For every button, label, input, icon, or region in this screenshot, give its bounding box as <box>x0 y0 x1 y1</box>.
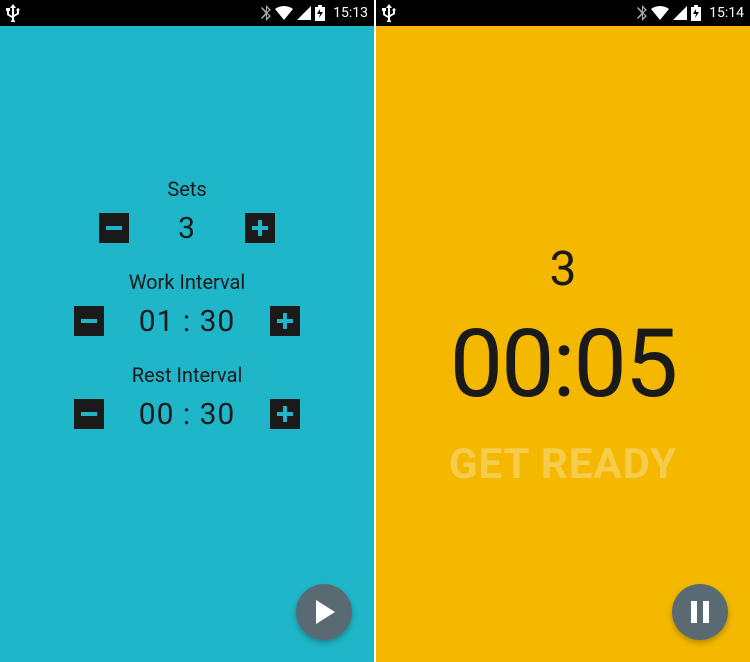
work-increment-button[interactable] <box>270 306 300 336</box>
battery-icon <box>691 5 701 21</box>
pause-button[interactable] <box>672 584 728 640</box>
rest-interval-group: Rest Interval 00 : 30 <box>74 363 300 432</box>
sets-row: 3 <box>99 211 275 246</box>
bluetooth-icon <box>261 5 271 21</box>
sets-group: Sets 3 <box>99 177 275 246</box>
countdown-content: 3 00:05 GET READY <box>376 26 750 662</box>
work-interval-value: 01 : 30 <box>132 304 242 339</box>
usb-icon <box>382 4 396 22</box>
signal-icon <box>673 6 687 20</box>
work-interval-label: Work Interval <box>129 270 246 294</box>
timer-config-screen: 15:13 Sets 3 Work Interval 01 : 30 <box>0 0 374 662</box>
rest-interval-label: Rest Interval <box>132 363 243 387</box>
battery-icon <box>315 5 325 21</box>
status-time: 15:14 <box>709 5 744 21</box>
work-interval-group: Work Interval 01 : 30 <box>74 270 300 339</box>
play-icon <box>313 600 335 624</box>
wifi-icon <box>651 6 669 20</box>
usb-icon <box>6 4 20 22</box>
timer-running-screen: 15:14 3 00:05 GET READY <box>376 0 750 662</box>
work-interval-row: 01 : 30 <box>74 304 300 339</box>
status-bar: 15:14 <box>376 0 750 26</box>
signal-icon <box>297 6 311 20</box>
pause-icon <box>691 601 709 623</box>
rest-interval-value: 00 : 30 <box>132 397 242 432</box>
sets-label: Sets <box>167 177 206 201</box>
countdown-set-number: 3 <box>550 240 577 297</box>
countdown-time: 00:05 <box>450 317 677 412</box>
rest-increment-button[interactable] <box>270 399 300 429</box>
status-time: 15:13 <box>333 5 368 21</box>
bluetooth-icon <box>637 5 647 21</box>
work-decrement-button[interactable] <box>74 306 104 336</box>
sets-value: 3 <box>157 211 217 246</box>
config-content: Sets 3 Work Interval 01 : 30 <box>0 26 374 662</box>
sets-decrement-button[interactable] <box>99 213 129 243</box>
wifi-icon <box>275 6 293 20</box>
status-bar: 15:13 <box>0 0 374 26</box>
rest-interval-row: 00 : 30 <box>74 397 300 432</box>
play-button[interactable] <box>296 584 352 640</box>
rest-decrement-button[interactable] <box>74 399 104 429</box>
countdown-phase-label: GET READY <box>449 440 677 489</box>
sets-increment-button[interactable] <box>245 213 275 243</box>
